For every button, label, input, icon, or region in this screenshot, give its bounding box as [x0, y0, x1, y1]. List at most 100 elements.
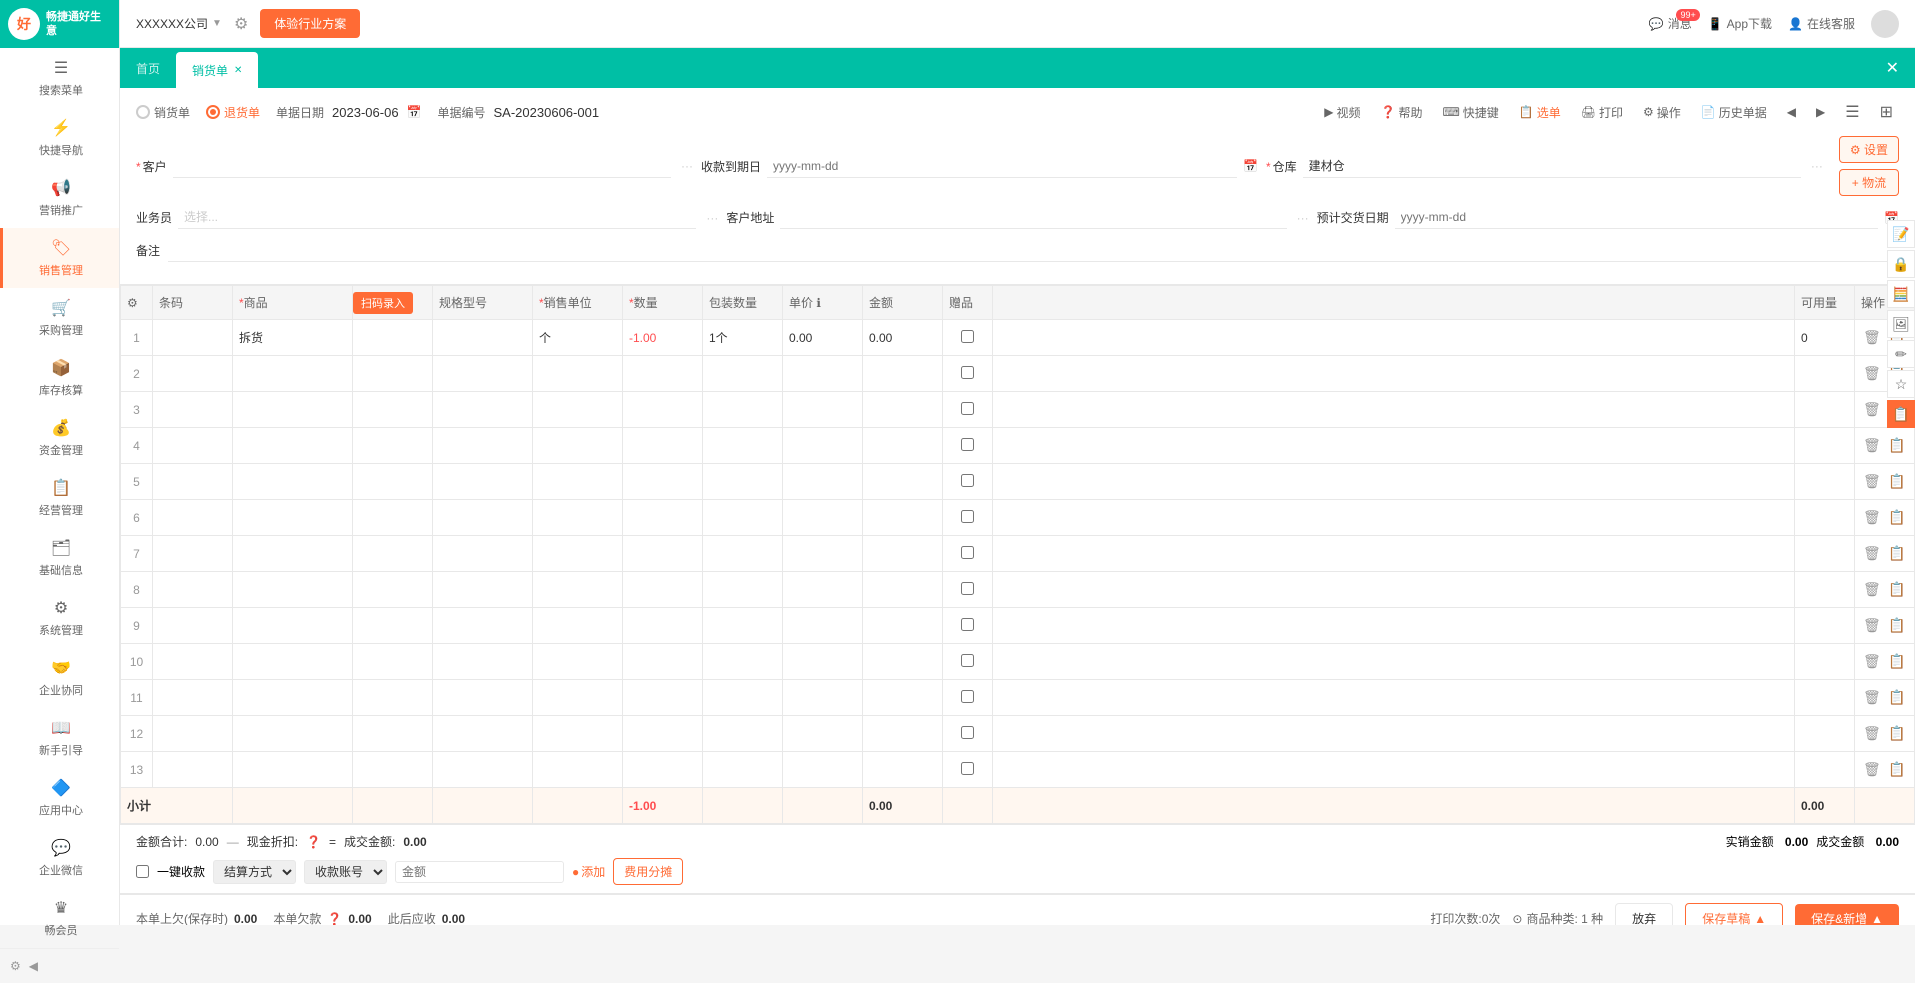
row-spec[interactable]: [433, 500, 533, 536]
row-unit[interactable]: [533, 752, 623, 788]
scan-btn[interactable]: 扫码录入: [353, 292, 413, 314]
footer-arrow-icon[interactable]: ◀: [29, 959, 38, 973]
row-qty[interactable]: [623, 536, 703, 572]
row-unit[interactable]: 个: [533, 320, 623, 356]
warehouse-input[interactable]: [1303, 155, 1801, 178]
row-qty[interactable]: [623, 608, 703, 644]
row-price[interactable]: [783, 608, 863, 644]
delete-row-btn[interactable]: 🗑: [1863, 581, 1881, 597]
customer-addr-input[interactable]: [780, 206, 1286, 229]
row-product[interactable]: 拆货: [233, 320, 353, 356]
side-note-btn[interactable]: 📝: [1887, 220, 1915, 248]
operation-btn[interactable]: ⚙ 操作: [1637, 100, 1687, 124]
row-spec[interactable]: [433, 536, 533, 572]
row-qty[interactable]: [623, 356, 703, 392]
row-qty[interactable]: [623, 572, 703, 608]
row-spec[interactable]: [433, 716, 533, 752]
row-unit[interactable]: [533, 464, 623, 500]
help-btn[interactable]: ❓ 帮助: [1375, 100, 1429, 124]
row-qty[interactable]: [623, 464, 703, 500]
row-amount[interactable]: [863, 536, 943, 572]
row-gift[interactable]: [943, 752, 993, 788]
sidebar-item-finance[interactable]: 💰 资金管理: [0, 408, 119, 468]
row-unit[interactable]: [533, 716, 623, 752]
payment-due-input[interactable]: [767, 155, 1237, 178]
side-star-btn[interactable]: ☆: [1887, 370, 1915, 398]
row-barcode[interactable]: [153, 464, 233, 500]
delete-row-btn[interactable]: 🗑: [1863, 401, 1881, 417]
salesman-input[interactable]: [178, 206, 696, 229]
one-click-checkbox[interactable]: [136, 865, 149, 878]
row-pack-qty[interactable]: [703, 428, 783, 464]
row-price[interactable]: [783, 716, 863, 752]
sidebar-item-wechat[interactable]: 💬 企业微信: [0, 828, 119, 888]
tab-close-icon[interactable]: ✕: [234, 65, 242, 76]
row-unit[interactable]: [533, 356, 623, 392]
side-img-btn[interactable]: 🖼: [1887, 310, 1915, 338]
amount-input[interactable]: [395, 861, 564, 883]
row-amount[interactable]: [863, 356, 943, 392]
row-product[interactable]: [233, 680, 353, 716]
copy-row-btn[interactable]: 📋: [1888, 653, 1905, 669]
row-gift[interactable]: [943, 608, 993, 644]
delete-row-btn[interactable]: 🗑: [1863, 329, 1881, 345]
payment-due-calendar-icon[interactable]: 📅: [1243, 159, 1258, 173]
sidebar-item-sales[interactable]: 🏷 销售管理: [0, 228, 119, 288]
row-barcode[interactable]: [153, 428, 233, 464]
row-pack-qty[interactable]: [703, 752, 783, 788]
app-download-btn[interactable]: 📱 App下载: [1708, 15, 1772, 32]
row-barcode[interactable]: [153, 608, 233, 644]
row-pack-qty[interactable]: [703, 500, 783, 536]
row-barcode[interactable]: [153, 392, 233, 428]
row-spec[interactable]: [433, 644, 533, 680]
delete-row-btn[interactable]: 🗑: [1863, 509, 1881, 525]
row-unit[interactable]: [533, 500, 623, 536]
sidebar-item-basic[interactable]: 🗂 基础信息: [0, 528, 119, 588]
settings-btn[interactable]: ⚙ 设置: [1839, 136, 1899, 163]
video-btn[interactable]: ▶ 视频: [1318, 100, 1366, 124]
row-spec[interactable]: [433, 356, 533, 392]
logistics-btn[interactable]: + 物流: [1839, 169, 1899, 196]
row-pack-qty[interactable]: [703, 536, 783, 572]
shortcut-btn[interactable]: ⌨ 快捷键: [1436, 100, 1504, 124]
company-selector[interactable]: XXXXXX公司 ▼: [136, 15, 222, 32]
row-unit[interactable]: [533, 536, 623, 572]
row-amount[interactable]: [863, 608, 943, 644]
message-btn[interactable]: 💬 消息 99+: [1649, 15, 1692, 32]
row-unit[interactable]: [533, 644, 623, 680]
fee-btn[interactable]: 费用分摊: [613, 858, 683, 885]
warehouse-dots[interactable]: ···: [1811, 159, 1823, 173]
row-gift[interactable]: [943, 464, 993, 500]
row-qty[interactable]: [623, 428, 703, 464]
row-price[interactable]: [783, 428, 863, 464]
grid-view-btn[interactable]: ⊞: [1874, 100, 1899, 124]
row-qty[interactable]: [623, 500, 703, 536]
row-price[interactable]: [783, 752, 863, 788]
customer-input[interactable]: [173, 155, 671, 178]
nav-left-btn[interactable]: ◀: [1781, 100, 1802, 124]
row-unit[interactable]: [533, 680, 623, 716]
row-spec[interactable]: [433, 428, 533, 464]
sidebar-item-system[interactable]: ⚙ 系统管理: [0, 588, 119, 648]
row-price[interactable]: [783, 392, 863, 428]
row-gift[interactable]: [943, 428, 993, 464]
row-product[interactable]: [233, 392, 353, 428]
discard-btn[interactable]: 放弃: [1615, 903, 1673, 925]
account-select[interactable]: 收款账号: [304, 860, 387, 884]
row-qty[interactable]: [623, 392, 703, 428]
th-settings[interactable]: ⚙: [121, 286, 153, 320]
user-avatar[interactable]: [1871, 10, 1899, 38]
row-pack-qty[interactable]: [703, 392, 783, 428]
side-lock-btn[interactable]: 🔒: [1887, 250, 1915, 278]
row-pack-qty[interactable]: [703, 716, 783, 752]
delete-row-btn[interactable]: 🗑: [1863, 437, 1881, 453]
row-barcode[interactable]: [153, 752, 233, 788]
row-qty[interactable]: [623, 716, 703, 752]
copy-row-btn[interactable]: 📋: [1888, 545, 1905, 561]
row-price[interactable]: [783, 536, 863, 572]
copy-row-btn[interactable]: 📋: [1888, 689, 1905, 705]
row-pack-qty[interactable]: [703, 644, 783, 680]
row-price[interactable]: [783, 680, 863, 716]
delete-row-btn[interactable]: 🗑: [1863, 545, 1881, 561]
row-gift[interactable]: [943, 500, 993, 536]
